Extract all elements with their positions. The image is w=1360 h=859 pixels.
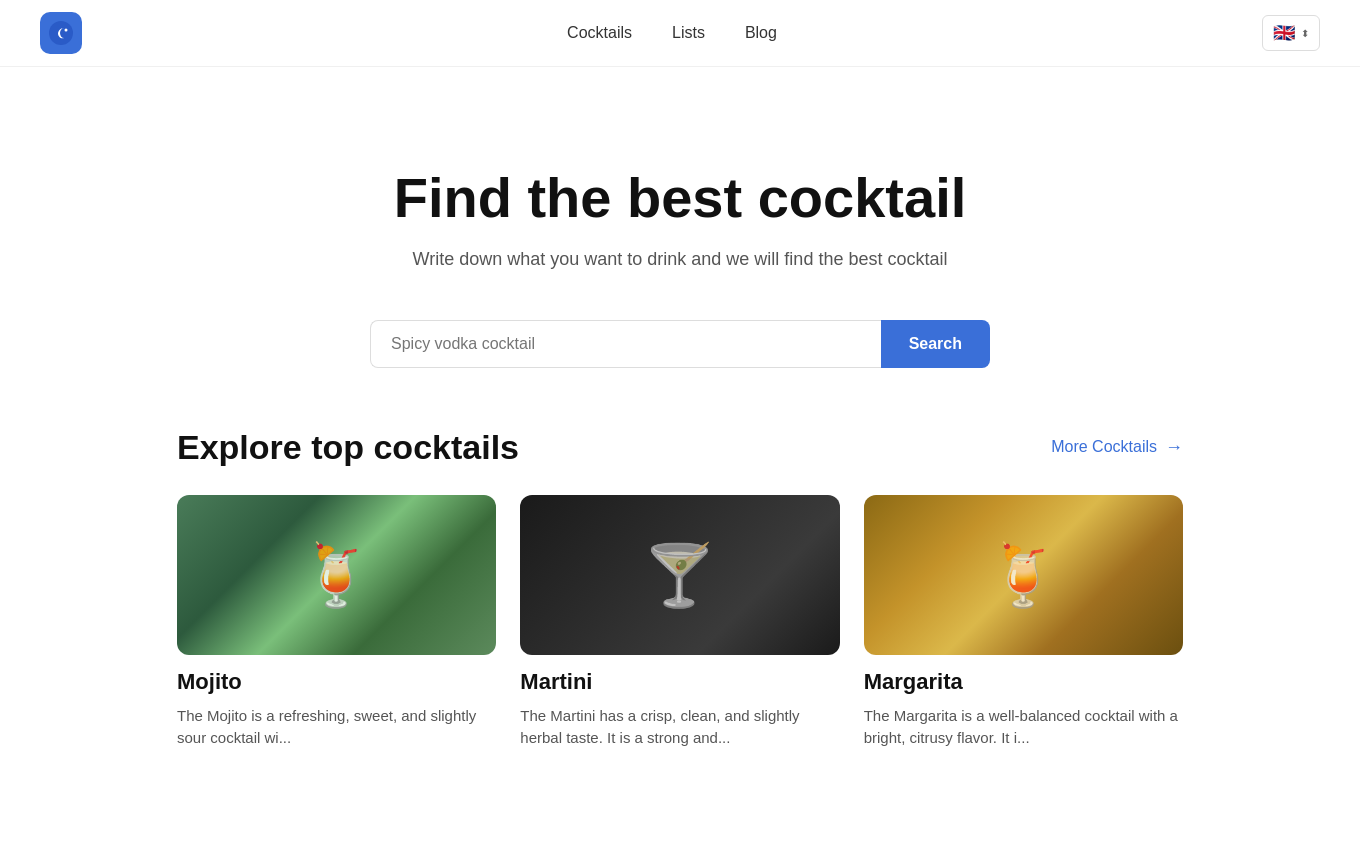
search-button[interactable]: Search [881,320,990,368]
search-input[interactable] [370,320,881,368]
search-bar: Search [370,320,990,368]
cocktail-card-mojito[interactable]: Mojito The Mojito is a refreshing, sweet… [177,495,496,750]
cocktail-description-martini: The Martini has a crisp, clean, and slig… [520,705,839,750]
chevron-icon: ⬍ [1301,28,1309,39]
nav-links: Cocktails Lists Blog [567,24,777,42]
cocktail-card-margarita[interactable]: Margarita The Margarita is a well-balanc… [864,495,1183,750]
language-selector[interactable]: 🇬🇧 ⬍ [1262,15,1320,51]
more-cocktails-label: More Cocktails [1051,438,1157,456]
section-header: Explore top cocktails More Cocktails → [177,428,1183,467]
cocktail-name-margarita: Margarita [864,669,1183,695]
svg-point-1 [65,29,68,32]
navbar: Cocktails Lists Blog 🇬🇧 ⬍ [0,0,1360,67]
cocktail-image-margarita [864,495,1183,655]
section-title: Explore top cocktails [177,428,519,467]
nav-cocktails[interactable]: Cocktails [567,24,632,42]
nav-blog[interactable]: Blog [745,24,777,42]
nav-lists[interactable]: Lists [672,24,705,42]
flag-icon: 🇬🇧 [1273,22,1295,44]
cocktail-name-mojito: Mojito [177,669,496,695]
cocktail-grid: Mojito The Mojito is a refreshing, sweet… [177,495,1183,750]
svg-point-0 [49,21,73,45]
cocktail-description-margarita: The Margarita is a well-balanced cocktai… [864,705,1183,750]
logo-icon [40,12,82,54]
hero-subtitle: Write down what you want to drink and we… [40,249,1320,270]
hero-section: Find the best cocktail Write down what y… [0,67,1360,428]
hero-title: Find the best cocktail [40,167,1320,229]
cocktail-image-mojito [177,495,496,655]
arrow-right-icon: → [1165,437,1183,458]
logo[interactable] [40,12,82,54]
cocktails-section: Explore top cocktails More Cocktails → M… [0,428,1360,810]
more-cocktails-link[interactable]: More Cocktails → [1051,437,1183,458]
cocktail-description-mojito: The Mojito is a refreshing, sweet, and s… [177,705,496,750]
cocktail-name-martini: Martini [520,669,839,695]
cocktail-card-martini[interactable]: Martini The Martini has a crisp, clean, … [520,495,839,750]
navbar-right: 🇬🇧 ⬍ [1262,15,1320,51]
cocktail-image-martini [520,495,839,655]
